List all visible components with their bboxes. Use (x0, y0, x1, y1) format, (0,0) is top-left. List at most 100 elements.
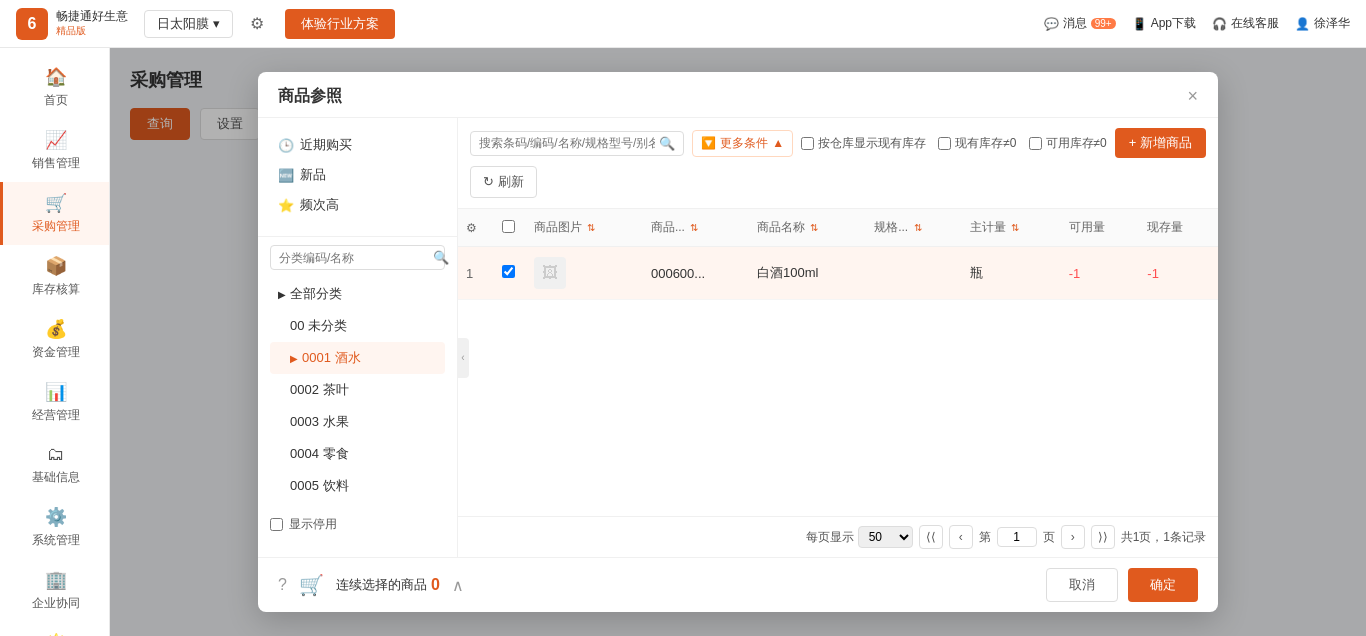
dialog-close-button[interactable]: × (1187, 86, 1198, 107)
show-disabled-checkbox[interactable] (270, 518, 283, 531)
pagination-summary: 共1页，1条记录 (1121, 529, 1206, 546)
sidebar-item-home[interactable]: 🏠 首页 (0, 56, 109, 119)
sidebar: 🏠 首页 📈 销售管理 🛒 采购管理 📦 库存核算 💰 资金管理 📊 经营管理 … (0, 48, 110, 636)
category-search[interactable]: 🔍 (270, 245, 445, 270)
current-stock-checkbox[interactable] (938, 137, 951, 150)
checkbox-available-stock[interactable]: 可用库存≠0 (1029, 135, 1107, 152)
online-service-item[interactable]: 🎧 在线客服 (1212, 15, 1279, 32)
product-data-table: ⚙ 商品图片 ⇅ (458, 209, 1218, 300)
select-all-checkbox[interactable] (502, 220, 515, 233)
row-spec (866, 247, 962, 300)
filter-icon: 🔽 (701, 136, 716, 150)
product-image: 🖼 (534, 257, 566, 289)
sort-icon: ⇅ (587, 222, 595, 233)
add-product-button[interactable]: + 新增商品 (1115, 128, 1206, 158)
col-checkbox (494, 209, 526, 247)
sort-icon: ⇅ (1011, 222, 1019, 233)
cat-fruit[interactable]: 0003 水果 (270, 406, 445, 438)
base-info-icon: 🗂 (47, 444, 65, 465)
sort-icon: ⇅ (914, 222, 922, 233)
footer-collapse-button[interactable]: ∧ (452, 576, 464, 595)
logo-icon: 6 (16, 8, 48, 40)
table-header-row: ⚙ 商品图片 ⇅ (458, 209, 1218, 247)
nav-right: 💬 消息 99+ 📱 App下载 🎧 在线客服 👤 徐泽华 (1044, 15, 1350, 32)
service-icon: 🎧 (1212, 17, 1227, 31)
sidebar-item-base-info[interactable]: 🗂 基础信息 (0, 434, 109, 496)
product-search-box[interactable]: 🔍 (470, 131, 684, 156)
product-reference-dialog: 商品参照 × 🕒 近期购买 🆕 (258, 72, 1218, 612)
cat-liquor[interactable]: ▶ 0001 酒水 (270, 342, 445, 374)
col-settings: ⚙ (458, 209, 494, 247)
page-number-input[interactable] (997, 527, 1037, 547)
user-icon: 👤 (1295, 17, 1310, 31)
logo-text: 畅捷通好生意 (56, 9, 128, 23)
product-panel: 🔍 🔽 更多条件 ▲ 按仓库显示现有库存 (458, 118, 1218, 557)
collapse-icon: ▲ (772, 136, 784, 150)
available-stock-checkbox[interactable] (1029, 137, 1042, 150)
last-page-button[interactable]: ⟩⟩ (1091, 525, 1115, 549)
checkbox-current-stock[interactable]: 现有库存≠0 (938, 135, 1016, 152)
row-stock: -1 (1139, 247, 1218, 300)
cat-tea[interactable]: 0002 茶叶 (270, 374, 445, 406)
sort-icon: ⇅ (810, 222, 818, 233)
cat-snack[interactable]: 0004 零食 (270, 438, 445, 470)
category-search-input[interactable] (279, 251, 429, 265)
first-page-button[interactable]: ⟨⟨ (919, 525, 943, 549)
table-body: 1 🖼 000600... 白酒100ml (458, 247, 1218, 300)
shortcut-new[interactable]: 🆕 新品 (270, 160, 445, 190)
more-filter-button[interactable]: 🔽 更多条件 ▲ (692, 130, 793, 157)
category-collapse-button[interactable]: ‹ (457, 338, 469, 378)
confirm-button[interactable]: 确定 (1128, 568, 1198, 602)
next-page-button[interactable]: › (1061, 525, 1085, 549)
sidebar-item-enterprise[interactable]: 🏢 企业协同 (0, 559, 109, 622)
main-content: 采购管理 查询 设置 刷新 商品参照 × (110, 48, 1366, 636)
category-divider (258, 236, 457, 237)
app-download-item[interactable]: 📱 App下载 (1132, 15, 1196, 32)
refresh-button[interactable]: ↻ 刷新 (470, 166, 537, 198)
sidebar-item-guide[interactable]: 🌟 新手引导 (0, 622, 109, 636)
inventory-icon: 📦 (45, 255, 67, 277)
footer-selected-info: 连续选择的商品 0 (336, 576, 440, 594)
sidebar-item-operations[interactable]: 📊 经营管理 (0, 371, 109, 434)
shortcut-recent[interactable]: 🕒 近期购买 (270, 130, 445, 160)
dialog-footer: ? 🛒 连续选择的商品 0 ∧ 取消 确定 (258, 557, 1218, 612)
sidebar-item-finance[interactable]: 💰 资金管理 (0, 308, 109, 371)
cat-beverage[interactable]: 0005 饮料 (270, 470, 445, 502)
col-unit: 主计量 ⇅ (962, 209, 1061, 247)
show-disabled-row: 显示停用 (258, 504, 457, 545)
nav-dropdown[interactable]: 日太阳膜 ▾ (144, 10, 233, 38)
row-available: -1 (1061, 247, 1140, 300)
message-icon: 💬 (1044, 17, 1059, 31)
page-size-selector[interactable]: 每页显示 50 10 20 100 (806, 526, 913, 548)
prev-page-button[interactable]: ‹ (949, 525, 973, 549)
cancel-button[interactable]: 取消 (1046, 568, 1118, 602)
row-checkbox[interactable] (494, 247, 526, 300)
sidebar-item-sales[interactable]: 📈 销售管理 (0, 119, 109, 182)
cat-all[interactable]: ▶ 全部分类 (270, 278, 445, 310)
user-profile[interactable]: 👤 徐泽华 (1295, 15, 1350, 32)
page-size-select[interactable]: 50 10 20 100 (858, 526, 913, 548)
finance-icon: 💰 (45, 318, 67, 340)
gear-icon[interactable]: ⚙ (241, 8, 273, 40)
shortcut-frequent[interactable]: ⭐ 频次高 (270, 190, 445, 220)
table-row[interactable]: 1 🖼 000600... 白酒100ml (458, 247, 1218, 300)
sidebar-item-purchase[interactable]: 🛒 采购管理 (0, 182, 109, 245)
category-list: ▶ 全部分类 00 未分类 ▶ 0001 酒水 0002 茶 (258, 278, 457, 504)
help-icon[interactable]: ? (278, 576, 287, 594)
sidebar-item-inventory[interactable]: 📦 库存核算 (0, 245, 109, 308)
cat-unclassified[interactable]: 00 未分类 (270, 310, 445, 342)
row-select-checkbox[interactable] (502, 265, 515, 278)
warehouse-checkbox[interactable] (801, 137, 814, 150)
row-image: 🖼 (526, 247, 643, 300)
messages-item[interactable]: 💬 消息 99+ (1044, 15, 1116, 32)
sidebar-item-system[interactable]: ⚙️ 系统管理 (0, 496, 109, 559)
checkbox-warehouse[interactable]: 按仓库显示现有库存 (801, 135, 926, 152)
star-icon: ⭐ (278, 198, 294, 213)
product-search-input[interactable] (479, 136, 655, 150)
pagination: 每页显示 50 10 20 100 ⟨⟨ ‹ 第 (458, 516, 1218, 557)
settings-icon[interactable]: ⚙ (466, 221, 477, 235)
home-icon: 🏠 (45, 66, 67, 88)
col-name: 商品名称 ⇅ (749, 209, 866, 247)
trial-button[interactable]: 体验行业方案 (285, 9, 395, 39)
chevron-down-icon: ▾ (213, 16, 220, 31)
